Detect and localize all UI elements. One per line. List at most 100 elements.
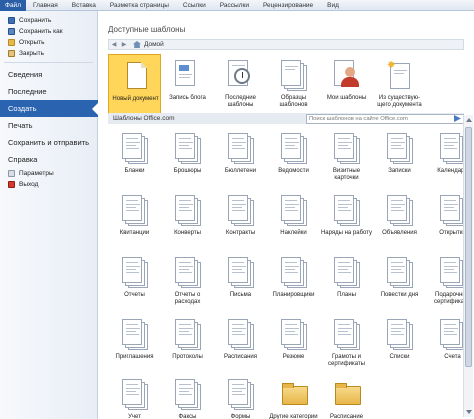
ribbon-tab-bar: Файл Главная Вставка Разметка страницы С… [0, 0, 474, 11]
template-category[interactable]: Бланки [108, 127, 161, 187]
open-folder-icon [8, 39, 15, 46]
tab-references[interactable]: Ссылки [176, 0, 213, 11]
nav-section-help[interactable]: Справка [0, 151, 97, 168]
template-category-folder[interactable]: Расписание занятий в уроков [320, 373, 373, 419]
template-label: Образцы шаблонов [279, 95, 308, 108]
nav-divider [4, 62, 93, 63]
document-stack-icon [175, 319, 201, 351]
close-folder-icon [8, 50, 15, 57]
template-category[interactable]: Брошюры [161, 127, 214, 187]
close-label: Закрыть [19, 50, 45, 57]
forward-arrow-icon[interactable]: ▶ [119, 41, 129, 48]
backstage-nav: Сохранить Сохранить как Открыть Закрыть … [0, 11, 98, 419]
scrollbar-thumb[interactable] [465, 127, 472, 367]
exit-label: Выход [19, 181, 39, 188]
template-category[interactable]: Ведомости [267, 127, 320, 187]
template-new-document[interactable]: Новый документ [108, 54, 161, 114]
template-category-label: Визитные карточки [332, 168, 361, 181]
vertical-scrollbar[interactable] [463, 115, 473, 417]
search-placeholder: Поиск шаблонов на сайте Office.com [309, 115, 408, 122]
close-command[interactable]: Закрыть [0, 48, 97, 59]
nav-section-recent[interactable]: Последние [0, 83, 97, 100]
template-category[interactable]: Формы [214, 373, 267, 419]
tab-file[interactable]: Файл [0, 0, 26, 11]
template-category-label: Протоколы [172, 354, 203, 360]
tab-page-layout[interactable]: Разметка страницы [103, 0, 176, 11]
template-category[interactable]: Приглашения [108, 313, 161, 373]
template-category-label: Ведомости [278, 168, 309, 174]
template-category[interactable]: Планы [320, 251, 373, 311]
sample-templates-icon [281, 60, 307, 92]
template-category-label: Другие категории [269, 414, 318, 419]
document-stack-icon [175, 257, 201, 289]
new-from-existing-icon: ✸ [387, 60, 413, 92]
template-from-existing[interactable]: ✸ Из существую-щего документа [373, 54, 426, 114]
save-command[interactable]: Сохранить [0, 15, 97, 26]
document-stack-icon [334, 257, 360, 289]
tab-mailings[interactable]: Рассылки [213, 0, 256, 11]
template-category-label: Брошюры [173, 168, 202, 174]
template-category[interactable]: Грамоты и сертификаты [320, 313, 373, 373]
template-category[interactable]: Письма [214, 251, 267, 311]
breadcrumb-home[interactable]: Домой [144, 41, 164, 48]
tab-review[interactable]: Рецензирование [256, 0, 320, 11]
template-category-label: Формы [230, 414, 251, 419]
template-category[interactable]: Объявления [373, 189, 426, 249]
options-command[interactable]: Параметры [0, 168, 97, 179]
template-category[interactable]: Конверты [161, 189, 214, 249]
template-category[interactable]: Наряды на работу [320, 189, 373, 249]
document-stack-icon [228, 195, 254, 227]
template-category-label: Бланки [124, 168, 145, 174]
template-search-input[interactable]: Поиск шаблонов на сайте Office.com [306, 113, 464, 124]
search-go-icon[interactable] [454, 115, 461, 122]
template-category[interactable]: Записки [373, 127, 426, 187]
template-category[interactable]: Контракты [214, 189, 267, 249]
template-category[interactable]: Планировщики [267, 251, 320, 311]
template-label: Последние шаблоны [225, 95, 256, 108]
tab-home[interactable]: Главная [26, 0, 65, 11]
recent-templates-icon [228, 60, 254, 92]
template-category[interactable]: Расписания [214, 313, 267, 373]
document-stack-icon [387, 319, 413, 351]
open-command[interactable]: Открыть [0, 37, 97, 48]
template-blog-post[interactable]: Запись блога [161, 54, 214, 114]
template-category[interactable]: Списки [373, 313, 426, 373]
nav-section-print[interactable]: Печать [0, 117, 97, 134]
template-category[interactable]: Квитанции [108, 189, 161, 249]
document-stack-icon [228, 257, 254, 289]
tab-view[interactable]: Вид [320, 0, 346, 11]
template-category[interactable]: Бюллетени [214, 127, 267, 187]
template-category[interactable]: Отчеты о расходах [161, 251, 214, 311]
template-category-label: Резюме [282, 354, 305, 360]
home-icon[interactable] [133, 41, 141, 48]
exit-command[interactable]: Выход [0, 179, 97, 190]
nav-section-info[interactable]: Сведения [0, 66, 97, 83]
nav-section-new[interactable]: Создать [0, 100, 98, 117]
save-as-command[interactable]: Сохранить как [0, 26, 97, 37]
tab-insert[interactable]: Вставка [65, 0, 103, 11]
template-category[interactable]: Повестки дня [373, 251, 426, 311]
nav-section-save-send[interactable]: Сохранить и отправить [0, 134, 97, 151]
my-templates-icon [334, 60, 360, 92]
template-label: Запись блога [169, 95, 206, 101]
office-section-title: Шаблоны Office.com [113, 115, 175, 122]
template-category[interactable]: Отчеты [108, 251, 161, 311]
template-category[interactable]: Резюме [267, 313, 320, 373]
scroll-up-icon[interactable] [466, 118, 472, 122]
scroll-down-icon[interactable] [466, 410, 472, 414]
office-templates-row: Квитанции Конверты Контракты Наклейки Наряды… [108, 189, 474, 249]
template-my-templates[interactable]: Мои шаблоны [320, 54, 373, 114]
template-category[interactable]: Факсы [161, 373, 214, 419]
template-category[interactable]: Визитные карточки [320, 127, 373, 187]
template-recent[interactable]: Последние шаблоны [214, 54, 267, 114]
office-templates-row: Приглашения Протоколы Расписания Резюме Грам… [108, 313, 474, 373]
template-category[interactable]: Протоколы [161, 313, 214, 373]
template-category[interactable]: Учет [108, 373, 161, 419]
template-category[interactable]: Наклейки [267, 189, 320, 249]
template-samples[interactable]: Образцы шаблонов [267, 54, 320, 114]
template-category-folder[interactable]: Другие категории [267, 373, 320, 419]
document-stack-icon [175, 379, 201, 411]
back-arrow-icon[interactable]: ◀ [109, 41, 119, 48]
document-stack-icon [387, 257, 413, 289]
template-category-label: Учет [128, 414, 141, 419]
